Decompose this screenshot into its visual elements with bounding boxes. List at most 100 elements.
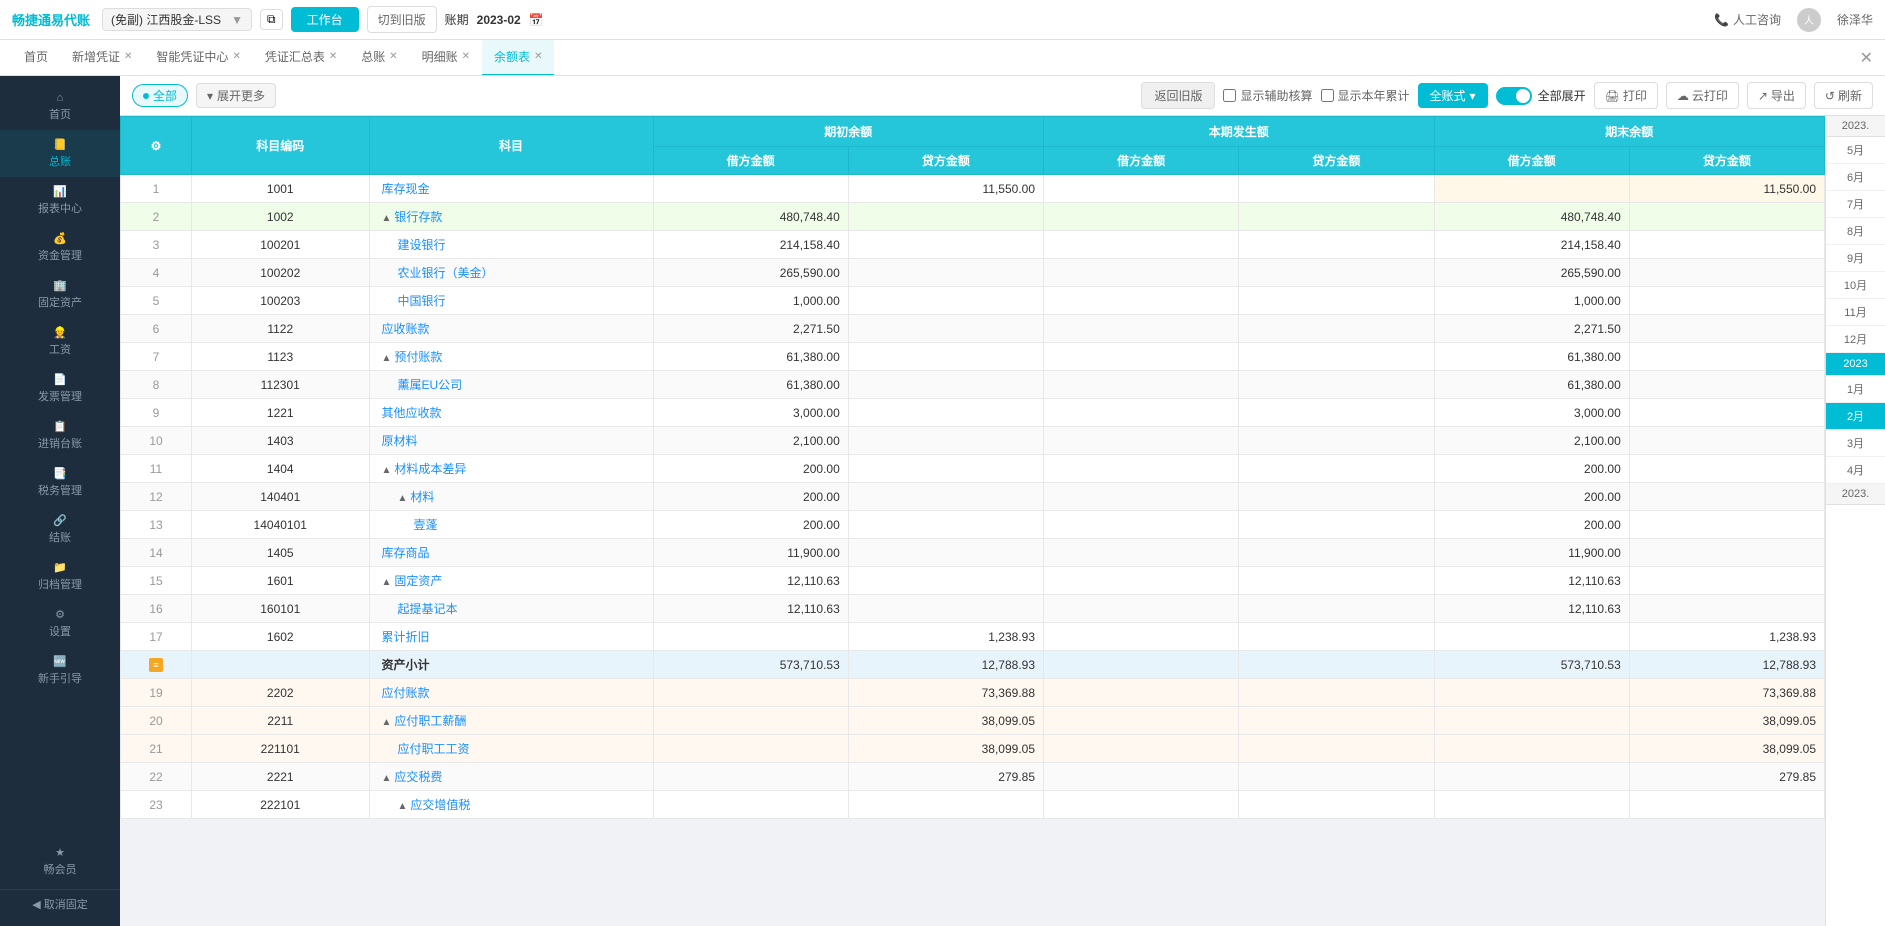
expand-more-button[interactable]: ▾ 展开更多 [196, 83, 276, 108]
tab-detail-close[interactable]: ✕ [462, 51, 470, 62]
account-name[interactable]: ▲应交增值税 [369, 791, 653, 819]
account-name[interactable]: 原材料 [369, 427, 653, 455]
tab-add-voucher-close[interactable]: ✕ [124, 51, 132, 62]
tab-voucher-summary-label: 凭证汇总表 [265, 48, 325, 65]
filter-tag[interactable]: 全部 [132, 84, 188, 107]
account-name[interactable]: ▲应交税费 [369, 763, 653, 791]
company-selector[interactable]: (免副) 江西股金-LSS ▼ [102, 8, 252, 31]
year-2023[interactable]: 2023 [1826, 353, 1885, 376]
cur-credit [1239, 763, 1434, 791]
aux-checkbox-input[interactable] [1223, 89, 1236, 102]
toggle-switch[interactable]: 全部展开 [1496, 87, 1586, 105]
member-icon: ★ [55, 846, 65, 859]
show-ytd-checkbox[interactable]: 显示本年累计 [1321, 87, 1410, 104]
account-name[interactable]: ▲材料成本差异 [369, 455, 653, 483]
sidebar-item-invoice[interactable]: 📄 发票管理 [0, 365, 120, 412]
refresh-button[interactable]: ↺ 刷新 [1814, 82, 1873, 109]
eb-debit [1434, 791, 1629, 819]
show-aux-checkbox[interactable]: 显示辅助核算 [1223, 87, 1312, 104]
invoice-icon: 📄 [53, 373, 67, 386]
print-button[interactable]: 🖨 打印 [1594, 82, 1658, 109]
consult-label[interactable]: 📞人工咨询 [1714, 11, 1781, 28]
tab-ledger[interactable]: 总账 ✕ [349, 40, 409, 76]
sidebar-item-tax[interactable]: 📑 税务管理 [0, 459, 120, 506]
month-7[interactable]: 7月 [1826, 191, 1885, 218]
account-name[interactable]: 应付职工工资 [369, 735, 653, 763]
sidebar-item-sales-ledger[interactable]: 📋 进销台账 [0, 412, 120, 459]
tab-ledger-close[interactable]: ✕ [389, 51, 397, 62]
account-code [192, 651, 370, 679]
sidebar-item-reports[interactable]: 📊 报表中心 [0, 177, 120, 224]
month-8[interactable]: 8月 [1826, 218, 1885, 245]
calendar-icon[interactable]: 📅 [529, 13, 544, 27]
account-name[interactable]: 其他应收款 [369, 399, 653, 427]
account-name[interactable]: 中国银行 [369, 287, 653, 315]
month-9[interactable]: 9月 [1826, 245, 1885, 272]
unpin-button[interactable]: ◀ 取消固定 [0, 889, 120, 918]
tab-voucher-summary-close[interactable]: ✕ [329, 51, 337, 62]
tab-smart-voucher-close[interactable]: ✕ [232, 51, 240, 62]
sidebar-label-settings: 设置 [49, 623, 71, 639]
tab-balance-close[interactable]: ✕ [534, 51, 542, 62]
right-panel-expand[interactable]: ◀ [1825, 508, 1826, 535]
sidebar-item-settings[interactable]: ⚙ 设置 [0, 600, 120, 647]
sidebar-item-wages[interactable]: 👷 工资 [0, 318, 120, 365]
sidebar-item-guide[interactable]: 🆕 新手引导 [0, 647, 120, 694]
export-button[interactable]: ↗ 导出 [1747, 82, 1806, 109]
month-2-active[interactable]: 2月 [1826, 403, 1885, 430]
sidebar-item-ledger[interactable]: 📒 总账 [0, 130, 120, 177]
account-name[interactable]: ▲银行存款 [369, 203, 653, 231]
account-name[interactable]: ▲材料 [369, 483, 653, 511]
tab-balance[interactable]: 余额表 ✕ [482, 40, 554, 76]
cur-debit [1044, 427, 1239, 455]
year-label-2[interactable]: 2023. [1826, 484, 1885, 505]
account-name[interactable]: 薰属EU公司 [369, 371, 653, 399]
sidebar-item-member[interactable]: ★ 畅会员 [0, 838, 120, 885]
tab-detail[interactable]: 明细账 ✕ [410, 40, 482, 76]
sidebar-item-archive[interactable]: 📁 归档管理 [0, 553, 120, 600]
sidebar-item-funds[interactable]: 💰 资金管理 [0, 224, 120, 271]
account-name[interactable]: 库存商品 [369, 539, 653, 567]
close-all-tabs[interactable]: ✕ [1860, 48, 1873, 68]
account-name[interactable]: 累计折旧 [369, 623, 653, 651]
settings-col-header[interactable]: ⚙ [121, 117, 192, 175]
ytd-checkbox-input[interactable] [1321, 89, 1334, 102]
account-name[interactable]: 壹蓬 [369, 511, 653, 539]
account-name[interactable]: 库存现金 [369, 175, 653, 203]
month-3[interactable]: 3月 [1826, 430, 1885, 457]
tab-voucher-summary[interactable]: 凭证汇总表 ✕ [253, 40, 349, 76]
month-12[interactable]: 12月 [1826, 326, 1885, 353]
sidebar-item-home[interactable]: ⌂ 首页 [0, 84, 120, 130]
tab-home[interactable]: 首页 [12, 40, 60, 76]
sidebar-item-fixed-assets[interactable]: 🏢 固定资产 [0, 271, 120, 318]
copy-button[interactable]: ⧉ [260, 9, 283, 30]
account-name[interactable]: 农业银行（美金） [369, 259, 653, 287]
user-label[interactable]: 徐泽华 [1837, 11, 1873, 28]
row-number: 12 [121, 483, 192, 511]
tab-smart-voucher[interactable]: 智能凭证中心 ✕ [144, 40, 252, 76]
account-name[interactable]: ▲应付职工薪酬 [369, 707, 653, 735]
account-name[interactable]: 应收账款 [369, 315, 653, 343]
ob-credit [848, 791, 1043, 819]
month-10[interactable]: 10月 [1826, 272, 1885, 299]
cloud-print-button[interactable]: ☁ 云打印 [1666, 82, 1739, 109]
account-name[interactable]: 起提基记本 [369, 595, 653, 623]
full-mode-button[interactable]: 全账式 ▾ [1418, 83, 1488, 108]
month-5[interactable]: 5月 [1826, 137, 1885, 164]
sidebar-item-closing[interactable]: 🔗 结账 [0, 506, 120, 553]
return-old-button[interactable]: 返回旧版 [1141, 82, 1215, 109]
switch-button[interactable]: 切到旧版 [367, 6, 437, 33]
account-name[interactable]: 建设银行 [369, 231, 653, 259]
month-11[interactable]: 11月 [1826, 299, 1885, 326]
cloud-print-icon: ☁ [1677, 89, 1689, 103]
account-name[interactable]: ▲固定资产 [369, 567, 653, 595]
tab-add-voucher[interactable]: 新增凭证 ✕ [60, 40, 144, 76]
account-name[interactable]: ▲预付账款 [369, 343, 653, 371]
work-button[interactable]: 工作台 [291, 7, 359, 32]
account-name[interactable]: 应付账款 [369, 679, 653, 707]
year-label-1[interactable]: 2023. [1826, 116, 1885, 137]
month-4[interactable]: 4月 [1826, 457, 1885, 484]
month-6[interactable]: 6月 [1826, 164, 1885, 191]
account-name[interactable]: 资产小计 [369, 651, 653, 679]
month-1[interactable]: 1月 [1826, 376, 1885, 403]
